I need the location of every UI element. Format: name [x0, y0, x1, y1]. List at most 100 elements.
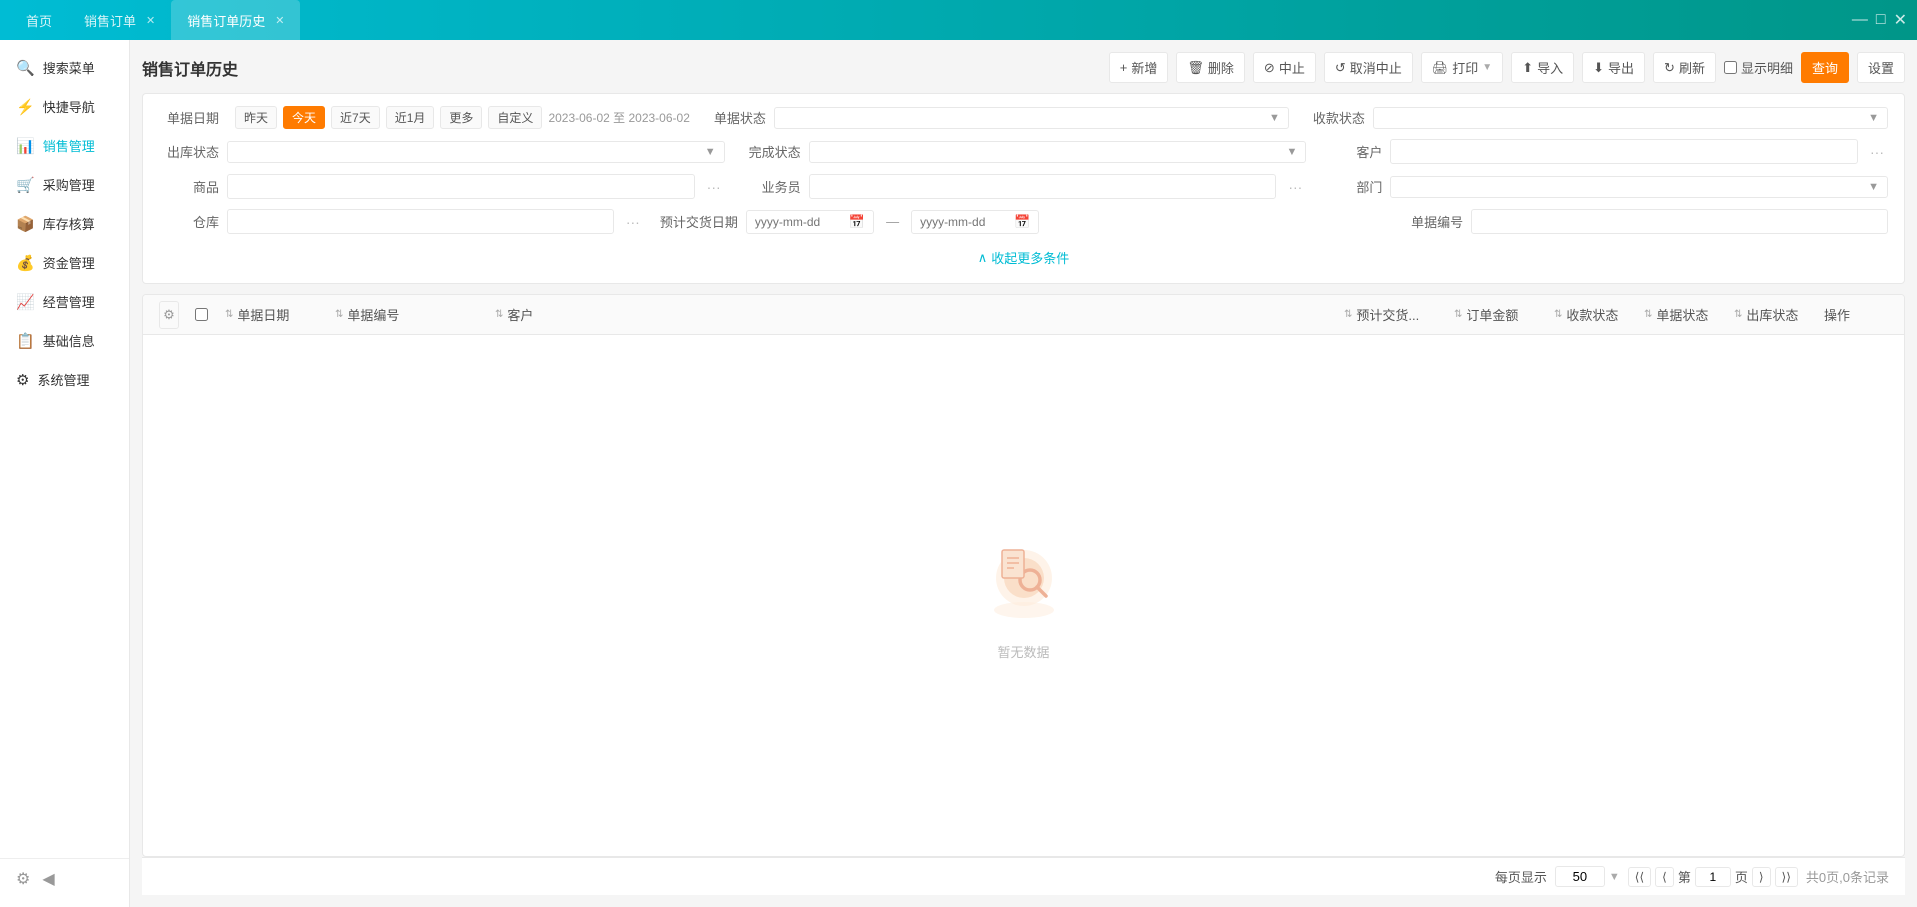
sidebar-item-search[interactable]: 🔍 搜索菜单: [0, 48, 129, 87]
settings-button[interactable]: 设置: [1857, 52, 1905, 83]
date-btn-yesterday[interactable]: 昨天: [235, 106, 277, 129]
basic-info-icon: 📋: [16, 332, 35, 350]
customer-input[interactable]: [1390, 139, 1858, 164]
sidebar-item-basic-info[interactable]: 📋 基础信息: [0, 321, 129, 360]
th-docno: ⇅ 单据编号: [327, 305, 487, 324]
tab-sales-history-close[interactable]: ✕: [275, 14, 284, 27]
salesperson-label: 业务员: [741, 177, 801, 196]
delete-icon: 🗑: [1187, 60, 1204, 76]
date-btn-7days[interactable]: 近7天: [331, 106, 380, 129]
import-button[interactable]: ⬆ 导入: [1511, 52, 1574, 83]
sidebar-item-finance[interactable]: 💰 资金管理: [0, 243, 129, 282]
delivery-date-section: 预计交货日期 📅 — 📅: [660, 210, 1387, 234]
dept-select[interactable]: ▼: [1390, 176, 1888, 198]
sort-docno-icon[interactable]: ⇅: [335, 309, 343, 320]
filter-panel: 单据日期 昨天 今天 近7天 近1月 更多 自定义 2023-06-02 至 2…: [142, 93, 1905, 284]
delete-button[interactable]: 🗑 删除: [1176, 52, 1245, 83]
product-dots[interactable]: ···: [703, 179, 725, 195]
sort-date-icon[interactable]: ⇅: [225, 309, 233, 320]
doc-status-select[interactable]: ▼: [774, 107, 1289, 129]
page-size-arrow[interactable]: ▼: [1609, 871, 1620, 883]
date-btn-1month[interactable]: 近1月: [386, 106, 435, 129]
sort-delivery-icon[interactable]: ⇅: [1344, 309, 1352, 320]
tab-sales-order[interactable]: 销售订单 ✕: [68, 0, 171, 40]
customer-dots[interactable]: ···: [1866, 144, 1888, 160]
sort-amount-icon[interactable]: ⇅: [1454, 309, 1462, 320]
query-button[interactable]: 查询: [1801, 52, 1849, 83]
stop-button[interactable]: ⊘ 中止: [1253, 52, 1316, 83]
sidebar-item-inventory[interactable]: 📦 库存核算: [0, 204, 129, 243]
print-dropdown-icon: ▼: [1482, 62, 1492, 73]
sort-customer-icon[interactable]: ⇅: [495, 309, 503, 320]
current-page-input[interactable]: [1695, 867, 1731, 887]
refresh-button[interactable]: ↻ 刷新: [1653, 52, 1716, 83]
complete-status-section: 完成状态 ▼: [741, 141, 1307, 163]
out-status-select[interactable]: ▼: [227, 141, 725, 163]
date-btn-custom[interactable]: 自定义: [488, 106, 542, 129]
sidebar-item-system[interactable]: ⚙ 系统管理: [0, 360, 129, 399]
settings-bottom-icon[interactable]: ⚙: [16, 869, 30, 889]
page-size-input[interactable]: [1555, 866, 1605, 887]
delivery-date-start[interactable]: 📅: [746, 210, 874, 234]
payment-status-select[interactable]: ▼: [1373, 107, 1888, 129]
collapse-sidebar-icon[interactable]: ◀: [42, 869, 54, 889]
delivery-date-end[interactable]: 📅: [911, 210, 1039, 234]
display-detail-checkbox[interactable]: [1724, 61, 1737, 74]
customer-section: 客户 ···: [1322, 139, 1888, 164]
salesperson-dots[interactable]: ···: [1284, 179, 1306, 195]
display-detail-label[interactable]: 显示明细: [1724, 58, 1793, 77]
date-btn-today[interactable]: 今天: [283, 106, 325, 129]
last-page-btn[interactable]: ⟩⟩: [1775, 867, 1798, 887]
docno-input[interactable]: [1471, 209, 1888, 234]
docno-label: 单据编号: [1403, 212, 1463, 231]
page-label: 页: [1735, 867, 1748, 886]
date-dash: —: [886, 214, 899, 229]
sort-doc-status-icon[interactable]: ⇅: [1644, 309, 1652, 320]
page-size-select[interactable]: ▼: [1555, 866, 1620, 887]
refresh-icon: ↻: [1664, 60, 1675, 76]
close-window-icon[interactable]: ✕: [1894, 10, 1907, 30]
date-btn-more[interactable]: 更多: [440, 106, 482, 129]
sidebar-item-purchase[interactable]: 🛒 采购管理: [0, 165, 129, 204]
warehouse-dots[interactable]: ···: [622, 214, 644, 230]
add-button[interactable]: + 新增: [1109, 52, 1169, 83]
first-page-btn[interactable]: ⟨⟨: [1628, 867, 1651, 887]
complete-status-arrow: ▼: [1286, 146, 1297, 158]
collapse-btn[interactable]: ∧ 收起更多条件: [159, 244, 1888, 271]
product-input[interactable]: [227, 174, 695, 199]
th-checkbox[interactable]: [187, 308, 217, 321]
th-pay-status: ⇅ 收款状态: [1546, 305, 1636, 324]
tab-sales-order-close[interactable]: ✕: [146, 14, 155, 27]
cancel-stop-button[interactable]: ↺ 取消中止: [1324, 52, 1413, 83]
tab-sales-history[interactable]: 销售订单历史 ✕: [171, 0, 300, 40]
delivery-start-input[interactable]: [755, 215, 845, 229]
sort-out-status-icon[interactable]: ⇅: [1734, 309, 1742, 320]
sidebar-item-sales[interactable]: 📊 销售管理: [0, 126, 129, 165]
content-area: 销售订单历史 + 新增 🗑 删除 ⊘ 中止 ↺ 取消中止: [130, 40, 1917, 907]
warehouse-input[interactable]: [227, 209, 614, 234]
tab-home[interactable]: 首页: [10, 0, 68, 40]
minimize-icon[interactable]: —: [1852, 11, 1868, 29]
warehouse-label: 仓库: [159, 212, 219, 231]
warehouse-section: 仓库 ···: [159, 209, 644, 234]
sort-pay-status-icon[interactable]: ⇅: [1554, 309, 1562, 320]
import-icon: ⬆: [1522, 60, 1533, 76]
sidebar-item-operations[interactable]: 📈 经营管理: [0, 282, 129, 321]
per-page-label: 每页显示: [1495, 867, 1547, 886]
th-settings[interactable]: ⚙: [151, 301, 187, 329]
system-icon: ⚙: [16, 371, 29, 389]
prev-page-btn[interactable]: ⟨: [1655, 867, 1674, 887]
maximize-icon[interactable]: □: [1876, 11, 1886, 29]
print-button[interactable]: 🖨 打印 ▼: [1421, 52, 1503, 83]
complete-status-select[interactable]: ▼: [809, 141, 1307, 163]
out-status-arrow: ▼: [705, 146, 716, 158]
salesperson-input[interactable]: [809, 174, 1277, 199]
select-all-checkbox[interactable]: [195, 308, 208, 321]
next-page-btn[interactable]: ⟩: [1752, 867, 1771, 887]
toolbar: + 新增 🗑 删除 ⊘ 中止 ↺ 取消中止 🖨 打印: [1109, 52, 1905, 83]
delivery-end-input[interactable]: [920, 215, 1010, 229]
sidebar-item-quicknav[interactable]: ⚡ 快捷导航: [0, 87, 129, 126]
column-settings-gear[interactable]: ⚙: [159, 301, 179, 329]
doc-status-arrow: ▼: [1269, 112, 1280, 124]
export-button[interactable]: ⬇ 导出: [1582, 52, 1645, 83]
